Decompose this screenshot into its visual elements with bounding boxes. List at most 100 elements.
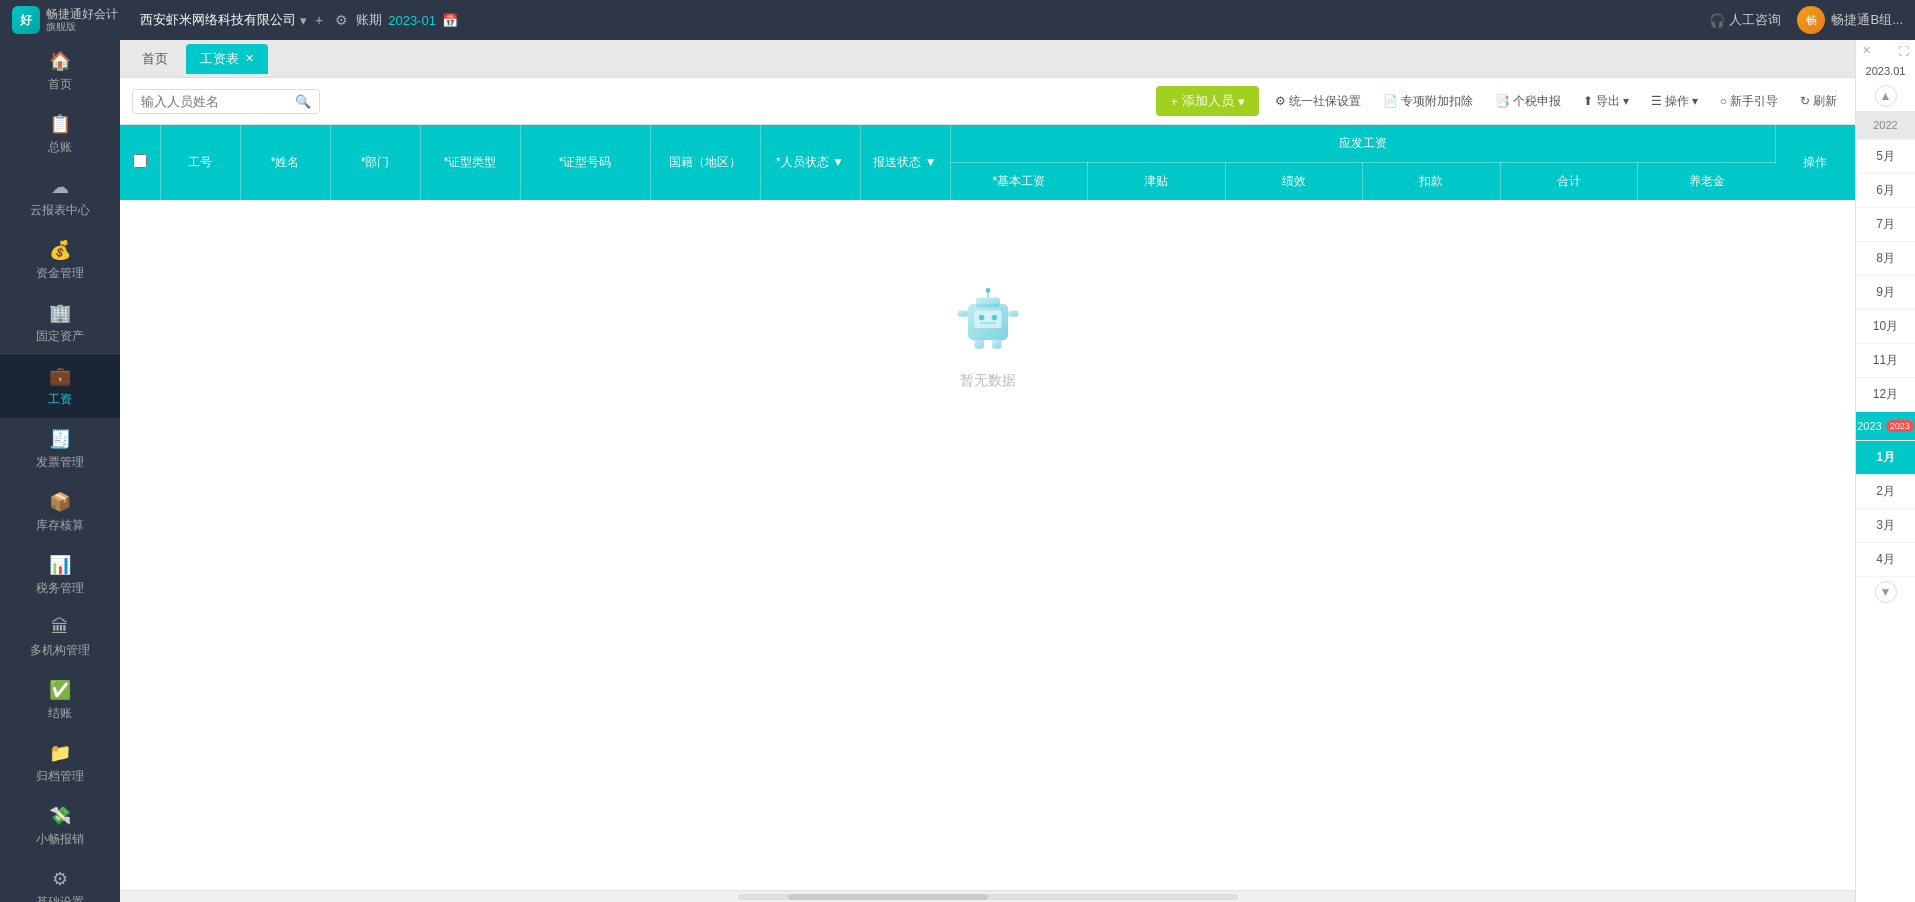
th-cert-number: *证型号码 <box>520 125 650 200</box>
close-panel-icon[interactable]: ✕ <box>1862 44 1871 57</box>
sidebar-item-multi[interactable]: 🏛 多机构管理 <box>0 607 120 669</box>
special-deduction-label: 专项附加扣除 <box>1401 93 1473 110</box>
export-dropdown-icon: ▾ <box>1623 94 1629 108</box>
add-person-button[interactable]: + 添加人员 ▾ <box>1156 86 1259 116</box>
refresh-icon: ↻ <box>1800 94 1810 108</box>
operations-button[interactable]: ☰ 操作 ▾ <box>1645 89 1704 114</box>
th-total: 合计 <box>1500 163 1638 201</box>
settle-icon: ✅ <box>49 679 71 701</box>
th-base-salary: *基本工资 <box>950 163 1088 201</box>
service-button[interactable]: 🎧 人工咨询 <box>1709 11 1781 29</box>
sidebar-label-invoice: 发票管理 <box>36 454 84 471</box>
deduction-icon: 📄 <box>1383 94 1398 108</box>
add-person-label: 添加人员 <box>1182 92 1234 110</box>
year-2023-label: 2023 2023 <box>1856 412 1915 441</box>
month-2023-2[interactable]: 2月 <box>1856 475 1915 509</box>
sidebar-item-fund[interactable]: 💰 资金管理 <box>0 229 120 292</box>
th-payroll-group: 应发工资 <box>950 125 1775 163</box>
sidebar-item-invoice[interactable]: 🧾 发票管理 <box>0 418 120 481</box>
settings-button[interactable]: ⚙ <box>335 12 348 28</box>
user-name: 畅捷通B组... <box>1831 11 1903 29</box>
sidebar-item-settle[interactable]: ✅ 结账 <box>0 669 120 732</box>
sidebar-item-inventory[interactable]: 📦 库存核算 <box>0 481 120 544</box>
svg-rect-10 <box>974 339 984 349</box>
sidebar-item-archive[interactable]: 📁 归档管理 <box>0 732 120 795</box>
tab-home[interactable]: 首页 <box>128 44 182 74</box>
basic-icon: ⚙ <box>52 868 68 890</box>
th-cert-type: *证型类型 <box>420 125 520 200</box>
table-container: 工号 *姓名 *部门 *证型类型 *证型号码 国籍（地区） *人员状态 ▼ 报送… <box>120 125 1855 890</box>
month-2023-4[interactable]: 4月 <box>1856 543 1915 577</box>
period-value: 2023-01 <box>388 13 436 28</box>
home-icon: 🏠 <box>49 50 71 72</box>
chevron-down-icon[interactable]: ▾ <box>300 13 307 28</box>
calendar-icon[interactable]: 📅 <box>442 13 458 28</box>
export-button[interactable]: ⬆ 导出 ▾ <box>1577 89 1635 114</box>
sidebar-label-salary: 工资 <box>48 391 72 408</box>
month-nav-up-button[interactable]: ▲ <box>1875 85 1897 107</box>
th-checkbox[interactable] <box>120 125 160 200</box>
company-selector[interactable]: 西安虾米网络科技有限公司 ▾ <box>140 11 307 29</box>
top-bar-right: 🎧 人工咨询 畅 畅捷通B组... <box>1709 6 1903 34</box>
svg-rect-1 <box>974 310 1001 328</box>
th-report-status: 报送状态 ▼ <box>860 125 950 200</box>
month-2023-1[interactable]: 1月 <box>1856 441 1915 475</box>
month-2023-3[interactable]: 3月 <box>1856 509 1915 543</box>
export-icon: ⬆ <box>1583 94 1593 108</box>
sidebar-item-tax[interactable]: 📊 税务管理 <box>0 544 120 607</box>
th-name: *姓名 <box>240 125 330 200</box>
top-bar: 好 畅捷通好会计 旗舰版 西安虾米网络科技有限公司 ▾ + ⚙ 账期 2023-… <box>0 0 1915 40</box>
month-2022-9[interactable]: 9月 <box>1856 276 1915 310</box>
tax-icon: 📑 <box>1495 94 1510 108</box>
sidebar-item-salary[interactable]: 💼 工资 <box>0 355 120 418</box>
month-2022-8[interactable]: 8月 <box>1856 242 1915 276</box>
sidebar-label-cloud: 云报表中心 <box>30 202 90 219</box>
month-nav-up: ▲ <box>1856 81 1915 111</box>
operations-label: 操作 <box>1665 93 1689 110</box>
svg-rect-11 <box>992 339 1002 349</box>
sidebar-label-basic: 基础设置 <box>36 894 84 902</box>
search-icon: 🔍 <box>295 94 311 109</box>
main-layout: 🏠 首页 📋 总账 ☁ 云报表中心 💰 资金管理 🏢 固定资产 💼 工资 🧾 发… <box>0 40 1915 902</box>
sidebar-item-fixed[interactable]: 🏢 固定资产 <box>0 292 120 355</box>
month-2022-6[interactable]: 6月 <box>1856 174 1915 208</box>
tab-salary[interactable]: 工资表 ✕ <box>186 44 268 74</box>
select-all-checkbox[interactable] <box>133 154 147 168</box>
fixed-icon: 🏢 <box>49 302 71 324</box>
horizontal-scrollbar[interactable] <box>120 890 1855 902</box>
th-status: *人员状态 ▼ <box>760 125 860 200</box>
tab-close-icon[interactable]: ✕ <box>245 52 254 65</box>
svg-point-7 <box>985 288 990 293</box>
empty-text: 暂无数据 <box>960 372 1016 390</box>
tab-salary-label: 工资表 <box>200 50 239 68</box>
app-logo: 好 畅捷通好会计 旗舰版 <box>12 6 132 34</box>
month-2022-12[interactable]: 12月 <box>1856 378 1915 412</box>
add-company-button[interactable]: + <box>315 12 323 28</box>
sidebar-item-basic[interactable]: ⚙ 基础设置 <box>0 858 120 902</box>
sidebar-item-cloud[interactable]: ☁ 云报表中心 <box>0 166 120 229</box>
refresh-button[interactable]: ↻ 刷新 <box>1794 89 1843 114</box>
social-security-button[interactable]: ⚙ 统一社保设置 <box>1269 89 1367 114</box>
tax-report-button[interactable]: 📑 个税申报 <box>1489 89 1567 114</box>
month-2022-7[interactable]: 7月 <box>1856 208 1915 242</box>
new-guide-button[interactable]: ○ 新手引导 <box>1714 89 1784 114</box>
month-nav-down: ▼ <box>1856 577 1915 607</box>
ops-dropdown-icon: ▾ <box>1692 94 1698 108</box>
sidebar-item-home[interactable]: 🏠 首页 <box>0 40 120 103</box>
month-2022-10[interactable]: 10月 <box>1856 310 1915 344</box>
salary-table: 工号 *姓名 *部门 *证型类型 *证型号码 国籍（地区） *人员状态 ▼ 报送… <box>120 125 1855 470</box>
ledger-icon: 📋 <box>49 113 71 135</box>
maximize-icon[interactable]: ⛶ <box>1898 45 1909 57</box>
user-profile[interactable]: 畅 畅捷通B组... <box>1797 6 1903 34</box>
scrollbar-thumb[interactable] <box>788 894 988 900</box>
month-nav-down-button[interactable]: ▼ <box>1875 581 1897 603</box>
month-2022-5[interactable]: 5月 <box>1856 140 1915 174</box>
avatar: 畅 <box>1797 6 1825 34</box>
search-wrapper[interactable]: 🔍 <box>132 89 320 114</box>
expense-icon: 💸 <box>49 805 71 827</box>
sidebar-item-expense[interactable]: 💸 小畅报销 <box>0 795 120 858</box>
sidebar-item-ledger[interactable]: 📋 总账 <box>0 103 120 166</box>
month-2022-11[interactable]: 11月 <box>1856 344 1915 378</box>
special-deduction-button[interactable]: 📄 专项附加扣除 <box>1377 89 1479 114</box>
search-input[interactable] <box>141 94 291 109</box>
